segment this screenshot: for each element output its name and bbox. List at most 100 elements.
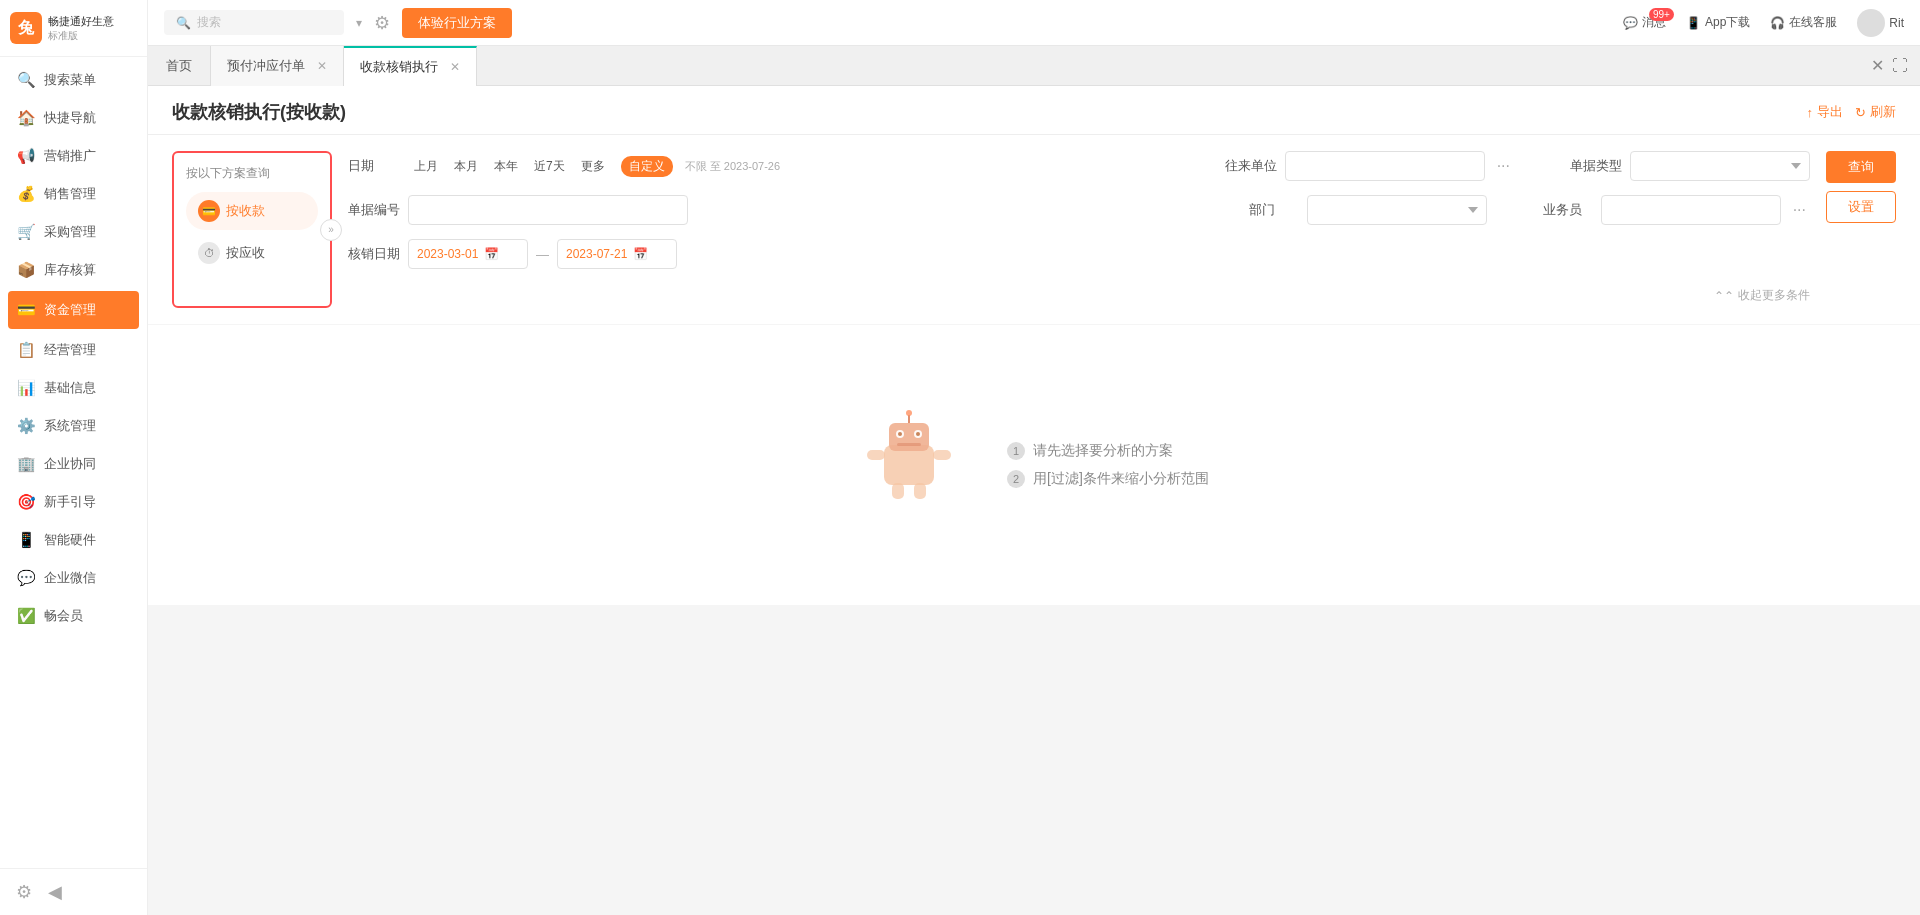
dept-label: 部门 bbox=[1249, 201, 1299, 219]
sidebar-item-inventory[interactable]: 📦 库存核算 bbox=[0, 251, 147, 289]
sidebar-item-operations[interactable]: 📋 经营管理 bbox=[0, 331, 147, 369]
sidebar-item-guide[interactable]: 🎯 新手引导 bbox=[0, 483, 147, 521]
sidebar-item-system[interactable]: ⚙️ 系统管理 bbox=[0, 407, 147, 445]
sidebar-item-quicknav[interactable]: 🏠 快捷导航 bbox=[0, 99, 147, 137]
sidebar-item-enterprise[interactable]: 🏢 企业协同 bbox=[0, 445, 147, 483]
tab-close-all-icon[interactable]: ✕ bbox=[1871, 56, 1884, 75]
tab-prepay-close[interactable]: ✕ bbox=[317, 59, 327, 73]
message-badge: 99+ bbox=[1649, 8, 1674, 21]
service-icon: 🎧 bbox=[1770, 16, 1785, 30]
filter-row-2: 单据编号 部门 业务员 ··· bbox=[348, 195, 1810, 225]
verify-date-start-input[interactable]: 2023-03-01 📅 bbox=[408, 239, 528, 269]
doc-type-select[interactable] bbox=[1630, 151, 1810, 181]
receivable-option-icon: ⏱ bbox=[198, 242, 220, 264]
tab-receipt-verify-close[interactable]: ✕ bbox=[450, 60, 460, 74]
sidebar-item-sales[interactable]: 💰 销售管理 bbox=[0, 175, 147, 213]
verify-date-label: 核销日期 bbox=[348, 245, 400, 263]
empty-tip-1: 1 请先选择要分析的方案 bbox=[1007, 442, 1209, 460]
main-area: 🔍 搜索 ▾ ⚙ 体验行业方案 💬 消息 99+ 📱 App下载 🎧 在线客服 … bbox=[148, 0, 1920, 915]
tab-home[interactable]: 首页 bbox=[148, 46, 211, 86]
more-conditions-btn[interactable]: ⌃⌃ 收起更多条件 bbox=[1714, 287, 1810, 304]
date-tab-this-month[interactable]: 本月 bbox=[446, 155, 486, 178]
page-header-actions: ↑ 导出 ↻ 刷新 bbox=[1807, 103, 1897, 121]
sidebar-item-wechat[interactable]: 💬 企业微信 bbox=[0, 559, 147, 597]
logo-icon: 兔 bbox=[10, 12, 42, 44]
date-tab-7days[interactable]: 近7天 bbox=[526, 155, 573, 178]
collapse-sidebar-icon[interactable]: ◀ bbox=[48, 881, 62, 903]
date-tabs: 上月 本月 本年 近7天 更多 bbox=[406, 155, 613, 178]
sidebar-nav: 🔍 搜索菜单 🏠 快捷导航 📢 营销推广 💰 销售管理 🛒 采购管理 📦 库存核… bbox=[0, 57, 147, 868]
wechat-icon: 💬 bbox=[16, 569, 36, 587]
tip-num-2: 2 bbox=[1007, 470, 1025, 488]
sidebar-item-purchase[interactable]: 🛒 采购管理 bbox=[0, 213, 147, 251]
empty-state: 1 请先选择要分析的方案 2 用[过滤]条件来缩小分析范围 bbox=[148, 325, 1920, 605]
filter-group-date: 日期 上月 本月 本年 近7天 更多 自定义 不限 至 2023-07-26 bbox=[348, 155, 780, 178]
sidebar-item-marketing[interactable]: 📢 营销推广 bbox=[0, 137, 147, 175]
svg-rect-11 bbox=[892, 483, 904, 499]
filter-by-receivable[interactable]: ⏱ 按应收 bbox=[186, 234, 318, 272]
date-custom-tag[interactable]: 自定义 bbox=[621, 156, 673, 177]
query-actions: 查询 设置 bbox=[1826, 151, 1896, 223]
empty-robot-svg bbox=[859, 405, 959, 505]
settings-filter-btn[interactable]: 设置 bbox=[1826, 191, 1896, 223]
empty-image bbox=[859, 405, 959, 505]
topbar-search-box[interactable]: 🔍 搜索 bbox=[164, 10, 344, 35]
svg-rect-6 bbox=[897, 443, 921, 446]
date-tab-last-month[interactable]: 上月 bbox=[406, 155, 446, 178]
page-title: 收款核销执行(按收款) bbox=[172, 100, 346, 124]
tab-prepay[interactable]: 预付冲应付单 ✕ bbox=[211, 46, 344, 86]
salesperson-label: 业务员 bbox=[1543, 201, 1593, 219]
tab-receipt-verify[interactable]: 收款核销执行 ✕ bbox=[344, 46, 477, 86]
counterparty-label: 往来单位 bbox=[1225, 157, 1277, 175]
home-icon: 🏠 bbox=[16, 109, 36, 127]
query-btn[interactable]: 查询 bbox=[1826, 151, 1896, 183]
sidebar-item-search[interactable]: 🔍 搜索菜单 bbox=[0, 61, 147, 99]
sidebar-item-hardware[interactable]: 📱 智能硬件 bbox=[0, 521, 147, 559]
logo-area: 兔 畅捷通好生意 标准版 bbox=[0, 0, 147, 57]
doc-num-input[interactable] bbox=[408, 195, 688, 225]
sidebar-item-basic[interactable]: 📊 基础信息 bbox=[0, 369, 147, 407]
doc-num-label: 单据编号 bbox=[348, 201, 400, 219]
finance-icon: 💳 bbox=[16, 301, 36, 319]
salesperson-input[interactable] bbox=[1601, 195, 1781, 225]
counterparty-dots-btn[interactable]: ··· bbox=[1493, 157, 1514, 175]
salesperson-dots-btn[interactable]: ··· bbox=[1789, 201, 1810, 219]
guide-icon: 🎯 bbox=[16, 493, 36, 511]
filter-area: 按以下方案查询 💳 按收款 ⏱ 按应收 » 日期 bbox=[148, 135, 1920, 324]
export-icon: ↑ bbox=[1807, 105, 1814, 120]
purchase-icon: 🛒 bbox=[16, 223, 36, 241]
filter-row-3: 核销日期 2023-03-01 📅 — 2023-07-21 📅 bbox=[348, 239, 1810, 269]
right-filter-container: 日期 上月 本月 本年 近7天 更多 自定义 不限 至 2023-07-26 bbox=[348, 151, 1896, 308]
chevron-up-icon: ⌃⌃ bbox=[1714, 289, 1734, 303]
settings-bottom-icon[interactable]: ⚙ bbox=[16, 881, 32, 903]
topbar-online-service[interactable]: 🎧 在线客服 bbox=[1770, 14, 1837, 31]
topbar-chevron-icon[interactable]: ▾ bbox=[356, 16, 362, 30]
marketing-icon: 📢 bbox=[16, 147, 36, 165]
topbar-user[interactable]: Rit bbox=[1857, 9, 1904, 37]
topbar-message[interactable]: 💬 消息 99+ bbox=[1623, 14, 1666, 31]
refresh-btn[interactable]: ↻ 刷新 bbox=[1855, 103, 1896, 121]
svg-rect-9 bbox=[867, 450, 885, 460]
left-panel-collapse-btn[interactable]: » bbox=[320, 219, 342, 241]
sidebar-item-member[interactable]: ✅ 畅会员 bbox=[0, 597, 147, 635]
empty-tips: 1 请先选择要分析的方案 2 用[过滤]条件来缩小分析范围 bbox=[1007, 442, 1209, 488]
date-dash: — bbox=[536, 247, 549, 262]
filter-group-salesperson: 业务员 ··· bbox=[1543, 195, 1810, 225]
verify-date-end-input[interactable]: 2023-07-21 📅 bbox=[557, 239, 677, 269]
date-tab-more[interactable]: 更多 bbox=[573, 155, 613, 178]
topbar-app-download[interactable]: 📱 App下载 bbox=[1686, 14, 1750, 31]
filter-by-receipt[interactable]: 💳 按收款 bbox=[186, 192, 318, 230]
svg-point-8 bbox=[906, 410, 912, 416]
date-tab-this-year[interactable]: 本年 bbox=[486, 155, 526, 178]
counterparty-input[interactable] bbox=[1285, 151, 1485, 181]
left-panel: 按以下方案查询 💳 按收款 ⏱ 按应收 » bbox=[172, 151, 332, 308]
tab-expand-icon[interactable]: ⛶ bbox=[1892, 57, 1908, 75]
export-btn[interactable]: ↑ 导出 bbox=[1807, 103, 1844, 121]
topbar-gear-icon[interactable]: ⚙ bbox=[374, 12, 390, 34]
sidebar-bottom: ⚙ ◀ bbox=[0, 868, 147, 915]
industry-btn[interactable]: 体验行业方案 bbox=[402, 8, 512, 38]
sidebar-item-finance[interactable]: 💳 资金管理 bbox=[8, 291, 139, 329]
dept-select[interactable] bbox=[1307, 195, 1487, 225]
enterprise-icon: 🏢 bbox=[16, 455, 36, 473]
refresh-icon: ↻ bbox=[1855, 105, 1866, 120]
